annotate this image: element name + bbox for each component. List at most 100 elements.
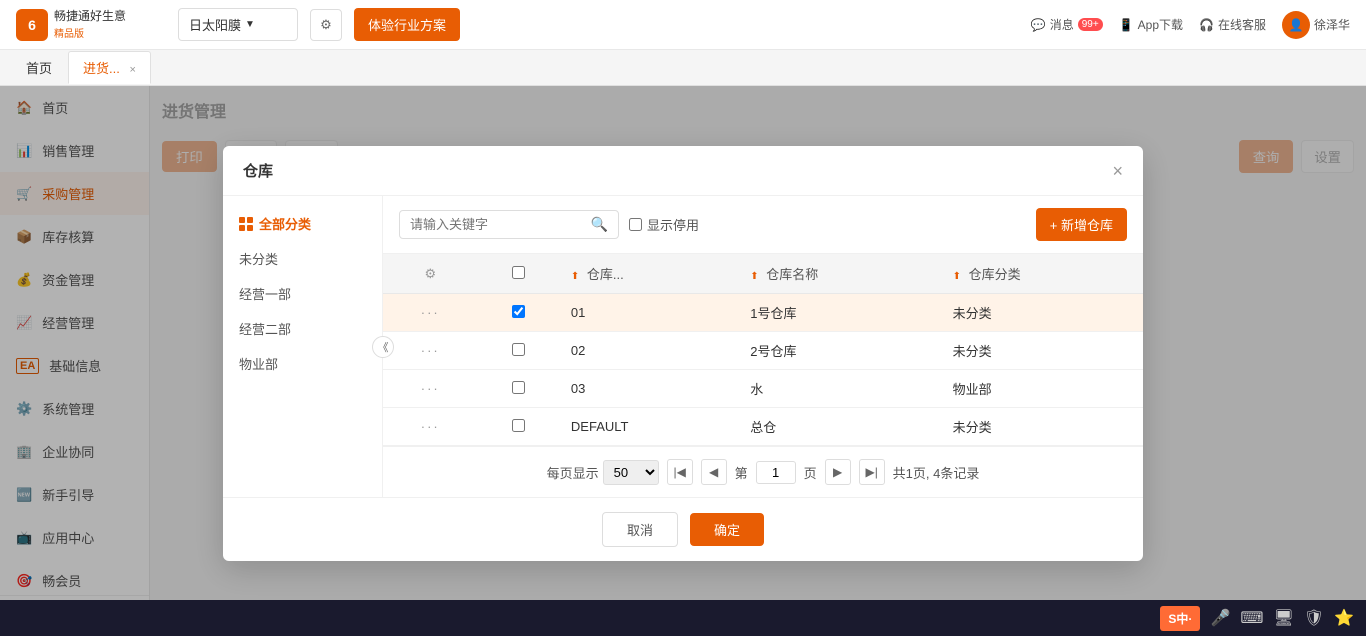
- settings-button[interactable]: ⚙: [310, 9, 342, 41]
- user-icon: 👤: [1289, 18, 1304, 32]
- row-actions[interactable]: ···: [383, 370, 478, 408]
- per-page-label: 每页显示: [547, 463, 599, 482]
- row-name: 2号仓库: [738, 332, 940, 370]
- row-actions[interactable]: ···: [383, 408, 478, 446]
- user-profile-btn[interactable]: 👤 徐泽华: [1282, 11, 1350, 39]
- gear-icon: ⚙: [320, 17, 332, 33]
- category-operation1[interactable]: 经营一部: [223, 276, 382, 311]
- confirm-button[interactable]: 确定: [690, 513, 764, 546]
- add-warehouse-button[interactable]: + 新增仓库: [1036, 208, 1127, 241]
- row-category: 未分类: [941, 294, 1143, 332]
- row-checkbox-cell: [478, 294, 559, 332]
- online-service-btn[interactable]: 🎧 在线客服: [1199, 16, 1266, 33]
- category-operation2[interactable]: 经营二部: [223, 311, 382, 346]
- row-code: 03: [559, 370, 738, 408]
- category-all[interactable]: 全部分类: [223, 206, 382, 241]
- page-next-button[interactable]: ▶: [825, 459, 851, 485]
- keyboard-icon[interactable]: ⌨: [1240, 608, 1263, 628]
- bottom-brand: S中·: [1160, 606, 1200, 631]
- modal-title: 仓库: [243, 160, 273, 181]
- row-category: 未分类: [941, 408, 1143, 446]
- table-area: 🔍 显示停用 + 新增仓库: [383, 196, 1143, 497]
- store-name: 日太阳膜: [189, 15, 241, 34]
- tab-home[interactable]: 首页: [12, 52, 66, 83]
- row-code: 01: [559, 294, 738, 332]
- content-area: 进货管理 打印 导出 刷新 查询 设置 仓库 ×: [150, 86, 1366, 636]
- header-right: 💬 消息 99+ 📱 App下载 🎧 在线客服 👤 徐泽华: [1031, 11, 1350, 39]
- mic-icon[interactable]: 🎤: [1210, 608, 1230, 628]
- show-disabled-checkbox[interactable]: [629, 218, 642, 231]
- table-wrapper: ⚙ ⬆ 仓库...: [383, 254, 1143, 446]
- tab-purchase[interactable]: 进货... ×: [68, 51, 151, 84]
- app-download-btn[interactable]: 📱 App下载: [1119, 16, 1183, 33]
- store-selector[interactable]: 日太阳膜 ▼: [178, 8, 298, 41]
- messages-btn[interactable]: 💬 消息 99+: [1031, 16, 1103, 33]
- page-first-button[interactable]: |◀: [667, 459, 693, 485]
- category-collapse-button[interactable]: 《: [372, 336, 394, 358]
- row-checkbox-cell: [478, 408, 559, 446]
- warehouse-table: ⚙ ⬆ 仓库...: [383, 254, 1143, 446]
- col-checkbox: [478, 254, 559, 294]
- page-input[interactable]: [756, 461, 796, 484]
- table-toolbar: 🔍 显示停用 + 新增仓库: [383, 196, 1143, 254]
- select-all-checkbox[interactable]: [512, 266, 525, 279]
- row-checkbox[interactable]: [512, 419, 525, 432]
- star-icon[interactable]: ⭐: [1334, 608, 1354, 628]
- row-checkbox[interactable]: [512, 305, 525, 318]
- pagination: 每页显示 50 100 200 |◀ ◀ 第 页: [383, 446, 1143, 497]
- cat-all-label: 全部分类: [259, 214, 311, 233]
- sort-icon-name: ⬆: [750, 271, 758, 282]
- headset-icon: 🎧: [1199, 18, 1214, 32]
- page-prev-button[interactable]: ◀: [701, 459, 727, 485]
- row-name: 总仓: [738, 408, 940, 446]
- table-row[interactable]: ··· 03 水 物业部: [383, 370, 1143, 408]
- show-disabled-label[interactable]: 显示停用: [629, 215, 699, 234]
- row-category: 未分类: [941, 332, 1143, 370]
- modal-close-button[interactable]: ×: [1112, 162, 1123, 180]
- table-row[interactable]: ··· DEFAULT 总仓 未分类: [383, 408, 1143, 446]
- bottom-bar: S中· 🎤 ⌨ 🖥 🛡 ⭐: [0, 600, 1366, 636]
- brand-line2: 精品版: [54, 25, 126, 40]
- row-actions[interactable]: ···: [383, 332, 478, 370]
- shield-icon[interactable]: 🛡: [1304, 608, 1324, 628]
- search-box: 🔍: [399, 210, 619, 239]
- nav-tabs: 首页 进货... ×: [0, 50, 1366, 86]
- grid-icon: [239, 217, 253, 231]
- col-category: ⬆ 仓库分类: [941, 254, 1143, 294]
- chevron-down-icon: ▼: [245, 19, 255, 30]
- per-page-dropdown[interactable]: 50 100 200: [603, 460, 659, 485]
- per-page-select: 每页显示 50 100 200: [547, 460, 659, 485]
- row-code: 02: [559, 332, 738, 370]
- tab-close-icon[interactable]: ×: [129, 64, 135, 76]
- category-unclassified[interactable]: 未分类: [223, 241, 382, 276]
- col-gear: ⚙: [383, 254, 478, 294]
- row-more-icon[interactable]: ···: [421, 343, 440, 358]
- col-name: ⬆ 仓库名称: [738, 254, 940, 294]
- category-property[interactable]: 物业部: [223, 346, 382, 381]
- row-more-icon[interactable]: ···: [421, 305, 440, 320]
- sort-icon-cat: ⬆: [953, 271, 961, 282]
- message-icon: 💬: [1031, 18, 1046, 32]
- main-layout: 🏠 首页 📊 销售管理 🛒 采购管理 📦 库存核算 💰 资金管理 📈 经营管理 …: [0, 86, 1366, 636]
- page-last-button[interactable]: ▶|: [859, 459, 885, 485]
- search-icon[interactable]: 🔍: [591, 216, 608, 233]
- phone-icon: 📱: [1119, 18, 1134, 32]
- row-actions[interactable]: ···: [383, 294, 478, 332]
- messages-label: 消息: [1050, 16, 1074, 33]
- search-input[interactable]: [410, 217, 585, 232]
- user-name: 徐泽华: [1314, 16, 1350, 33]
- table-row[interactable]: ··· 02 2号仓库 未分类: [383, 332, 1143, 370]
- cancel-button[interactable]: 取消: [602, 512, 678, 547]
- row-checkbox[interactable]: [512, 343, 525, 356]
- row-code: DEFAULT: [559, 408, 738, 446]
- trial-button[interactable]: 体验行业方案: [354, 8, 460, 41]
- table-row[interactable]: ··· 01 1号仓库 未分类: [383, 294, 1143, 332]
- category-sidebar: 全部分类 未分类 经营一部 经营二部 物业部 《: [223, 196, 383, 497]
- row-more-icon[interactable]: ···: [421, 419, 440, 434]
- row-checkbox[interactable]: [512, 381, 525, 394]
- warehouse-modal: 仓库 × 全部分类 未分类 经营一部: [223, 146, 1143, 561]
- row-category: 物业部: [941, 370, 1143, 408]
- monitor-icon[interactable]: 🖥: [1273, 608, 1293, 628]
- row-more-icon[interactable]: ···: [421, 381, 440, 396]
- top-header: 6 畅捷通好生意 精品版 日太阳膜 ▼ ⚙ 体验行业方案 💬 消息 99+ 📱 …: [0, 0, 1366, 50]
